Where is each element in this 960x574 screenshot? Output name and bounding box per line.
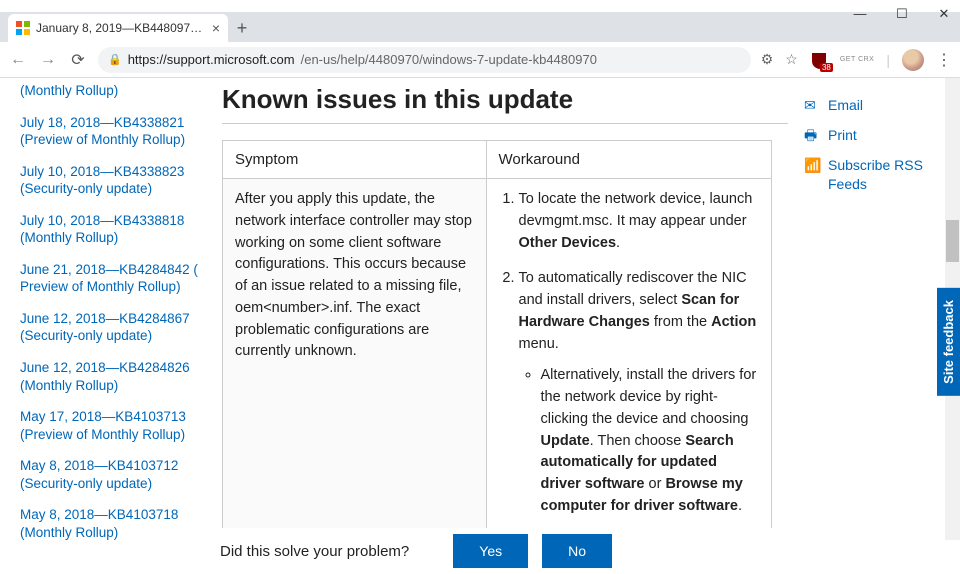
solve-problem-bar: Did this solve your problem? Yes No bbox=[220, 528, 945, 574]
sidebar-nav: (Monthly Rollup) July 18, 2018—KB4338821 … bbox=[0, 78, 210, 540]
email-icon: ✉ bbox=[804, 96, 820, 114]
forward-button[interactable]: → bbox=[38, 51, 58, 69]
sidebar-item[interactable]: June 21, 2018—KB4284842 ( Preview of Mon… bbox=[20, 261, 200, 296]
sidebar-item[interactable]: May 17, 2018—KB4103713 (Preview of Month… bbox=[20, 408, 200, 443]
profile-avatar[interactable] bbox=[902, 49, 924, 71]
tab-close-icon[interactable]: × bbox=[212, 20, 220, 36]
back-button[interactable]: ← bbox=[8, 51, 28, 69]
browser-tab[interactable]: January 8, 2019—KB4480970 (Mo × bbox=[8, 14, 228, 42]
url-host: https://support.microsoft.com bbox=[128, 52, 295, 67]
col-symptom: Symptom bbox=[223, 141, 487, 179]
main-content: Known issues in this update Symptom Work… bbox=[210, 78, 800, 540]
print-link[interactable]: 🖶Print bbox=[804, 126, 950, 144]
sidebar-item[interactable]: June 12, 2018—KB4284826 (Monthly Rollup) bbox=[20, 359, 200, 394]
rss-link[interactable]: 📶Subscribe RSS Feeds bbox=[804, 156, 950, 192]
getcrx-icon[interactable]: GET CRX bbox=[840, 56, 875, 63]
heading-divider bbox=[222, 123, 788, 124]
window-close-button[interactable]: ✕ bbox=[934, 6, 954, 22]
separator: | bbox=[886, 52, 890, 68]
address-bar[interactable]: 🔒 https://support.microsoft.com/en-us/he… bbox=[98, 47, 751, 73]
window-minimize-button[interactable]: ― bbox=[850, 6, 870, 22]
sidebar-item[interactable]: July 10, 2018—KB4338823 (Security-only u… bbox=[20, 163, 200, 198]
known-issues-table: Symptom Workaround After you apply this … bbox=[222, 140, 772, 540]
col-workaround: Workaround bbox=[486, 141, 771, 179]
scrollbar-thumb[interactable] bbox=[946, 220, 959, 262]
workaround-step-1: To locate the network device, launch dev… bbox=[519, 189, 759, 254]
sidebar-item[interactable]: (Monthly Rollup) bbox=[20, 82, 200, 100]
browser-tab-strip: January 8, 2019—KB4480970 (Mo × + bbox=[0, 12, 960, 42]
rss-icon: 📶 bbox=[804, 156, 820, 174]
lock-icon: 🔒 bbox=[108, 53, 122, 66]
workaround-cell: To locate the network device, launch dev… bbox=[486, 179, 771, 541]
tab-title: January 8, 2019—KB4480970 (Mo bbox=[36, 21, 206, 35]
sidebar-item[interactable]: June 12, 2018—KB4284867 (Security-only u… bbox=[20, 310, 200, 345]
print-icon: 🖶 bbox=[804, 126, 820, 144]
solve-question: Did this solve your problem? bbox=[220, 543, 409, 560]
sidebar-item[interactable]: May 8, 2018—KB4103712 (Security-only upd… bbox=[20, 457, 200, 492]
workaround-step-2: To automatically rediscover the NIC and … bbox=[519, 268, 759, 517]
email-link[interactable]: ✉Email bbox=[804, 96, 950, 114]
right-rail: ✉Email 🖶Print 📶Subscribe RSS Feeds bbox=[800, 78, 960, 540]
yes-button[interactable]: Yes bbox=[453, 534, 528, 568]
bookmark-star-icon[interactable]: ☆ bbox=[785, 51, 798, 68]
symptom-cell: After you apply this update, the network… bbox=[223, 179, 487, 541]
translate-icon[interactable]: ⚙ bbox=[761, 51, 774, 68]
chrome-menu-button[interactable]: ⋮ bbox=[936, 50, 952, 70]
ms-favicon bbox=[16, 21, 30, 35]
ublock-icon[interactable]: 38 bbox=[810, 51, 828, 69]
url-path: /en-us/help/4480970/windows-7-update-kb4… bbox=[301, 52, 597, 67]
sidebar-item[interactable]: July 18, 2018—KB4338821 (Preview of Mont… bbox=[20, 114, 200, 149]
workaround-substep: Alternatively, install the drivers for t… bbox=[541, 365, 759, 517]
reload-button[interactable]: ⟳ bbox=[68, 50, 88, 70]
window-maximize-button[interactable]: ☐ bbox=[892, 6, 912, 22]
ublock-badge: 38 bbox=[820, 63, 833, 72]
browser-toolbar: ← → ⟳ 🔒 https://support.microsoft.com/en… bbox=[0, 42, 960, 78]
new-tab-button[interactable]: + bbox=[228, 14, 256, 42]
sidebar-item[interactable]: May 8, 2018—KB4103718 (Monthly Rollup) bbox=[20, 506, 200, 540]
page-heading: Known issues in this update bbox=[222, 84, 788, 115]
site-feedback-tab[interactable]: Site feedback bbox=[937, 288, 960, 396]
no-button[interactable]: No bbox=[542, 534, 612, 568]
sidebar-item[interactable]: July 10, 2018—KB4338818 (Monthly Rollup) bbox=[20, 212, 200, 247]
